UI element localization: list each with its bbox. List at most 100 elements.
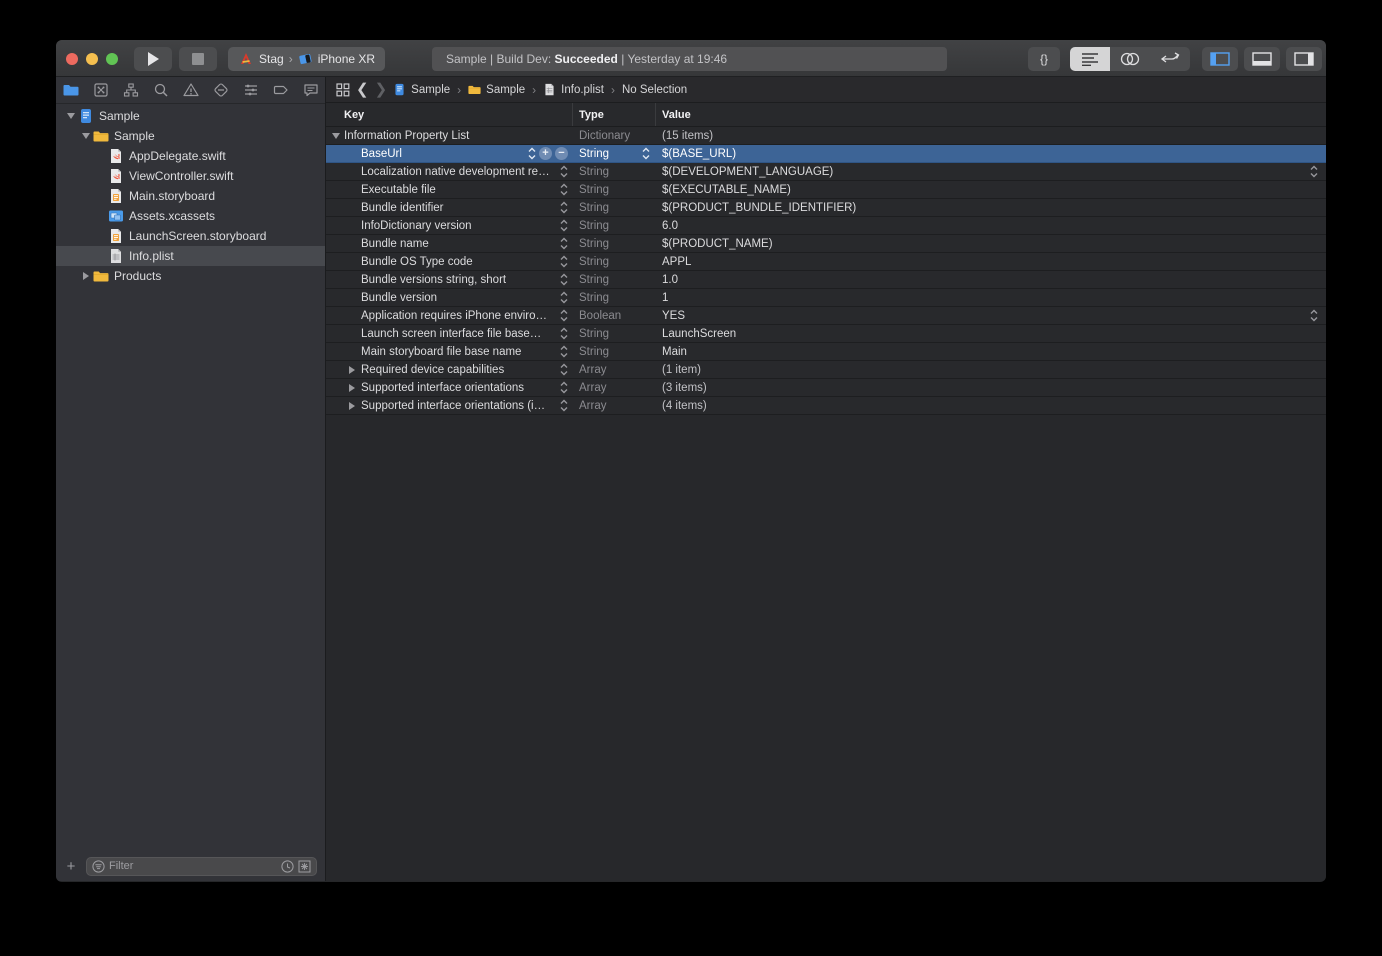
plist-key-label: Bundle identifier: [361, 202, 443, 214]
add-file-button[interactable]: +: [64, 858, 78, 875]
find-navigator-icon[interactable]: [153, 82, 169, 98]
library-button[interactable]: {}: [1028, 47, 1060, 71]
plist-row-executable-file[interactable]: Executable fileString$(EXECUTABLE_NAME): [326, 181, 1326, 199]
key-stepper[interactable]: [560, 183, 568, 196]
column-header-key[interactable]: Key: [326, 103, 573, 126]
minimize-window-button[interactable]: [86, 53, 98, 65]
plist-row-bundle-name[interactable]: Bundle nameString$(PRODUCT_NAME): [326, 235, 1326, 253]
filter-field[interactable]: Filter: [86, 857, 317, 876]
key-stepper[interactable]: [560, 363, 568, 376]
plist-row-infodictionary-version[interactable]: InfoDictionary versionString6.0: [326, 217, 1326, 235]
standard-editor-button[interactable]: [1070, 47, 1110, 71]
tree-item-products[interactable]: Products: [56, 266, 325, 286]
tree-item-main-storyboard[interactable]: Main.storyboard: [56, 186, 325, 206]
key-stepper[interactable]: [560, 381, 568, 394]
plist-row-application-requires-iphone-enviro[interactable]: Application requires iPhone enviro…Boole…: [326, 307, 1326, 325]
test-navigator-icon[interactable]: [213, 82, 229, 98]
plist-row-main-storyboard-file-base-name[interactable]: Main storyboard file base nameStringMain: [326, 343, 1326, 361]
disclosure-open-icon[interactable]: [332, 133, 340, 139]
value-stepper[interactable]: [1310, 165, 1318, 178]
plist-row-bundle-os-type-code[interactable]: Bundle OS Type codeStringAPPL: [326, 253, 1326, 271]
plist-row-supported-interface-orientations-i[interactable]: Supported interface orientations (i…Arra…: [326, 397, 1326, 415]
key-stepper[interactable]: [560, 309, 568, 322]
stop-button[interactable]: [179, 47, 217, 71]
breakpoint-navigator-icon[interactable]: [273, 82, 289, 98]
plist-row-launch-screen-interface-file-base[interactable]: Launch screen interface file base…String…: [326, 325, 1326, 343]
plist-row-bundle-identifier[interactable]: Bundle identifierString$(PRODUCT_BUNDLE_…: [326, 199, 1326, 217]
source-control-navigator-icon[interactable]: [93, 82, 109, 98]
plist-value-label: 6.0: [662, 220, 678, 232]
key-stepper[interactable]: [560, 201, 568, 214]
remove-row-button[interactable]: −: [555, 147, 568, 160]
issue-navigator-icon[interactable]: [183, 82, 199, 98]
disclosure-open-icon[interactable]: [79, 133, 93, 139]
plist-row-baseurl[interactable]: BaseUrl+−String$(BASE_URL): [326, 145, 1326, 163]
column-header-type[interactable]: Type: [573, 103, 656, 126]
source-control-status-icon[interactable]: [298, 860, 311, 873]
breadcrumb-item[interactable]: No Selection: [622, 84, 687, 96]
toggle-debug-area-button[interactable]: [1244, 47, 1280, 71]
tree-item-sample[interactable]: Sample: [56, 106, 325, 126]
value-stepper[interactable]: [1310, 309, 1318, 322]
recent-files-icon[interactable]: [281, 860, 294, 873]
breadcrumb-item[interactable]: Sample: [393, 83, 450, 96]
tree-item-sample[interactable]: Sample: [56, 126, 325, 146]
scheme-selector[interactable]: Stag › iPhone XR: [228, 47, 385, 71]
related-items-icon[interactable]: [336, 83, 350, 97]
key-stepper[interactable]: [560, 345, 568, 358]
key-stepper[interactable]: [560, 219, 568, 232]
plist-value-label: YES: [662, 310, 685, 322]
type-stepper[interactable]: [642, 147, 650, 160]
disclosure-closed-icon[interactable]: [349, 366, 355, 374]
breadcrumb-item[interactable]: Sample: [468, 83, 525, 96]
storyboard-file-icon: [108, 188, 124, 204]
key-stepper[interactable]: [528, 147, 536, 160]
plist-row-bundle-versions-string-short[interactable]: Bundle versions string, shortString1.0: [326, 271, 1326, 289]
key-stepper[interactable]: [560, 327, 568, 340]
add-row-button[interactable]: +: [539, 147, 552, 160]
plist-row-supported-interface-orientations[interactable]: Supported interface orientationsArray(3 …: [326, 379, 1326, 397]
tree-item-info-plist[interactable]: Info.plist: [56, 246, 325, 266]
key-stepper[interactable]: [560, 165, 568, 178]
tree-item-appdelegate-swift[interactable]: AppDelegate.swift: [56, 146, 325, 166]
zoom-window-button[interactable]: [106, 53, 118, 65]
plist-key-label: Required device capabilities: [361, 364, 504, 376]
run-button[interactable]: [134, 47, 172, 71]
plist-type-label: String: [579, 292, 609, 304]
assistant-editor-button[interactable]: [1110, 47, 1150, 71]
close-window-button[interactable]: [66, 53, 78, 65]
column-header-value[interactable]: Value: [656, 103, 1326, 126]
toggle-inspector-button[interactable]: [1286, 47, 1322, 71]
project-navigator-icon[interactable]: [63, 82, 79, 98]
breadcrumb-item[interactable]: Info.plist: [543, 83, 604, 96]
folder-icon: [93, 268, 109, 284]
toggle-navigator-button[interactable]: [1202, 47, 1238, 71]
status-result: Succeeded: [555, 52, 618, 66]
editor-area: ❮ ❯ Sample›Sample›Info.plist›No Selectio…: [326, 77, 1326, 881]
key-stepper[interactable]: [560, 273, 568, 286]
disclosure-closed-icon[interactable]: [349, 402, 355, 410]
plist-row-bundle-version[interactable]: Bundle versionString1: [326, 289, 1326, 307]
disclosure-open-icon[interactable]: [64, 113, 78, 119]
plist-row-information-property-list[interactable]: Information Property ListDictionary(15 i…: [326, 127, 1326, 145]
go-forward-button[interactable]: ❯: [375, 82, 388, 97]
key-stepper[interactable]: [560, 255, 568, 268]
plist-row-localization-native-development-re[interactable]: Localization native development re…Strin…: [326, 163, 1326, 181]
disclosure-closed-icon[interactable]: [349, 384, 355, 392]
tree-item-assets-xcassets[interactable]: Assets.xcassets: [56, 206, 325, 226]
plist-type-label: String: [579, 238, 609, 250]
key-stepper[interactable]: [560, 291, 568, 304]
key-stepper[interactable]: [560, 237, 568, 250]
disclosure-closed-icon[interactable]: [79, 272, 93, 280]
go-back-button[interactable]: ❮: [356, 82, 369, 97]
debug-navigator-icon[interactable]: [243, 82, 259, 98]
version-editor-button[interactable]: [1150, 47, 1190, 71]
key-stepper[interactable]: [560, 399, 568, 412]
report-navigator-icon[interactable]: [303, 82, 319, 98]
tree-item-viewcontroller-swift[interactable]: ViewController.swift: [56, 166, 325, 186]
symbol-navigator-icon[interactable]: [123, 82, 139, 98]
tree-item-launchscreen-storyboard[interactable]: LaunchScreen.storyboard: [56, 226, 325, 246]
scheme-name: Stag: [259, 52, 284, 66]
plist-row-required-device-capabilities[interactable]: Required device capabilitiesArray(1 item…: [326, 361, 1326, 379]
breadcrumb-separator: ›: [531, 83, 537, 97]
